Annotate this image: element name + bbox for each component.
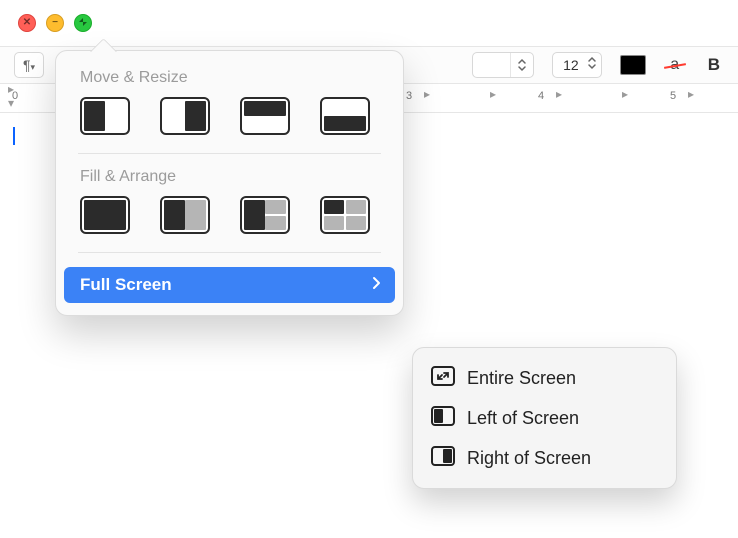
section-label-fill-arrange: Fill & Arrange <box>56 168 403 196</box>
font-size-field[interactable]: 12 <box>552 52 602 78</box>
section-label-move-resize: Move & Resize <box>56 69 403 97</box>
paragraph-style-dropdown[interactable]: ¶▾ <box>14 52 44 78</box>
tile-move-top[interactable] <box>240 97 290 135</box>
window-close-button[interactable]: ✕ <box>18 14 36 32</box>
ruler-label: 3 <box>406 90 412 102</box>
submenu-right-of-screen[interactable]: Right of Screen <box>421 438 668 478</box>
tile-fill-quarters[interactable] <box>320 196 370 234</box>
indent-marker-icon[interactable]: ▸ <box>8 84 14 96</box>
window-zoom-button[interactable] <box>74 14 92 32</box>
full-screen-menu-item[interactable]: Full Screen <box>64 267 395 303</box>
tile-move-right[interactable] <box>160 97 210 135</box>
close-icon: ✕ <box>23 18 31 28</box>
tile-right-icon <box>431 446 455 471</box>
tile-fill-three[interactable] <box>240 196 290 234</box>
text-cursor <box>13 127 15 145</box>
submenu-entire-screen[interactable]: Entire Screen <box>421 358 668 398</box>
tile-move-bottom[interactable] <box>320 97 370 135</box>
fullscreen-icon <box>78 17 88 30</box>
tab-marker-icon[interactable]: ▸ <box>490 87 496 101</box>
submenu-item-label: Entire Screen <box>467 368 576 389</box>
font-size-value: 12 <box>563 57 579 73</box>
tile-move-left[interactable] <box>80 97 130 135</box>
bold-button[interactable]: B <box>704 55 724 75</box>
tab-marker-icon[interactable]: ▾ <box>8 96 14 110</box>
text-color-swatch[interactable] <box>620 55 646 75</box>
full-screen-label: Full Screen <box>80 275 172 295</box>
tab-marker-icon[interactable]: ▸ <box>622 87 628 101</box>
separator <box>78 153 381 154</box>
separator <box>78 252 381 253</box>
tile-left-icon <box>431 406 455 431</box>
expand-icon <box>431 366 455 391</box>
tab-marker-icon[interactable]: ▸ <box>556 87 562 101</box>
bold-label: B <box>708 55 720 74</box>
tab-marker-icon[interactable]: ▸ <box>688 87 694 101</box>
window-minimize-button[interactable]: − <box>46 14 64 32</box>
minimize-icon: − <box>52 18 58 28</box>
tile-fill-full[interactable] <box>80 196 130 234</box>
submenu-item-label: Left of Screen <box>467 408 579 429</box>
strikethrough-button[interactable]: a <box>664 54 686 76</box>
submenu-left-of-screen[interactable]: Left of Screen <box>421 398 668 438</box>
full-screen-submenu: Entire Screen Left of Screen Right of Sc… <box>412 347 677 489</box>
ruler-label: 4 <box>538 90 544 102</box>
titlebar: ✕ − <box>0 0 738 46</box>
font-family-dropdown[interactable] <box>472 52 534 78</box>
move-resize-row <box>56 97 403 149</box>
strikethrough-icon: a <box>670 56 679 74</box>
submenu-item-label: Right of Screen <box>467 448 591 469</box>
ruler-label: 5 <box>670 90 676 102</box>
tab-marker-icon[interactable]: ▸ <box>424 87 430 101</box>
pilcrow-icon: ¶▾ <box>23 57 35 73</box>
fill-arrange-row <box>56 196 403 248</box>
app-window: { "toolbar": { "font_size": "12", "bold_… <box>0 0 738 538</box>
chevron-updown-icon <box>510 53 533 77</box>
tile-fill-left-half[interactable] <box>160 196 210 234</box>
window-tile-popover: Move & Resize Fill & Arrange Full Screen <box>55 50 404 316</box>
chevron-updown-icon <box>587 56 597 75</box>
chevron-right-icon <box>371 275 381 295</box>
